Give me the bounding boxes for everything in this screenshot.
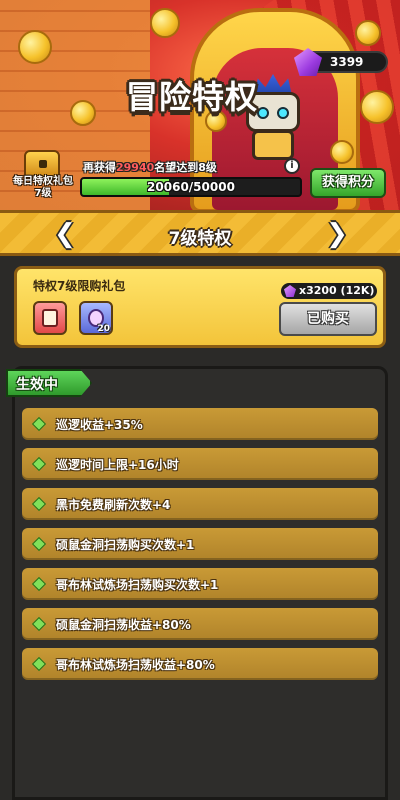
effect-row: 硕鼠金洞扫荡购买次数+1	[22, 528, 378, 560]
effect-text: 哥布林试炼场扫荡购买次数+1	[56, 578, 219, 592]
effect-row: 硕鼠金洞扫荡收益+80%	[22, 608, 378, 640]
effect-text: 哥布林试炼场扫荡收益+80%	[56, 658, 215, 672]
effect-text: 巡逻收益+35%	[56, 418, 143, 432]
effect-row: 巡逻时间上限+16小时	[22, 448, 378, 480]
purchased-button[interactable]: 已购买	[279, 302, 377, 336]
pack-item-slot[interactable]: 20	[79, 301, 113, 335]
effect-text: 巡逻时间上限+16小时	[56, 458, 179, 472]
gold-coin-icon	[18, 30, 52, 64]
diamond-bullet-icon	[31, 616, 47, 632]
progress-caption-prefix: 再获得	[83, 161, 116, 174]
gem-count: 3399	[330, 55, 364, 69]
diamond-bullet-icon	[31, 656, 47, 672]
price-text: x3200 (12K)	[299, 284, 375, 297]
item-count: 20	[97, 324, 110, 334]
diamond-bullet-icon	[31, 496, 47, 512]
page-title: 冒险特权	[126, 78, 259, 116]
effect-row: 哥布林试炼场扫荡收益+80%	[22, 648, 378, 680]
effect-row: 黑市免费刷新次数+4	[22, 488, 378, 520]
progress-caption-suffix: 名望达到8级	[154, 161, 217, 174]
robot-eye	[277, 107, 289, 119]
gold-coin-icon	[150, 8, 180, 38]
active-effects-label: 生效中	[16, 377, 58, 393]
level-banner: ❮ 7级特权 ❯	[0, 210, 400, 256]
robot-body	[252, 130, 294, 160]
price-tag: x3200 (12K)	[281, 283, 377, 299]
daily-chest-label: 每日特权礼包7级	[13, 176, 73, 199]
effect-text: 黑市免费刷新次数+4	[56, 498, 171, 512]
diamond-bullet-icon	[31, 456, 47, 472]
effect-row: 巡逻收益+35%	[22, 408, 378, 440]
gift-item-icon	[42, 309, 58, 327]
gold-coin-icon	[70, 100, 96, 126]
gold-coin-icon	[360, 90, 394, 124]
diamond-bullet-icon	[31, 416, 47, 432]
reputation-progress-bar: 20060/50000	[80, 177, 302, 197]
progress-caption-amount: 29940	[116, 161, 155, 174]
gold-coin-icon	[330, 140, 354, 164]
diamond-bullet-icon	[31, 536, 47, 552]
robot-eye	[257, 107, 269, 119]
privilege-pack-card: 特权7级限购礼包 20 x3200 (12K) 已购买	[14, 266, 386, 348]
daily-chest-button[interactable]: 每日特权礼包7级	[10, 150, 73, 206]
gem-icon	[284, 285, 296, 297]
pack-title: 特权7级限购礼包	[33, 279, 126, 293]
hero-banner: 冒险特权 3399 每日特权礼包7级 再获得29940名望达到8级 i 2006…	[0, 0, 400, 210]
info-icon[interactable]: i	[284, 158, 300, 174]
progress-caption: 再获得29940名望达到8级	[83, 159, 217, 175]
effect-text: 硕鼠金洞扫荡收益+80%	[56, 618, 191, 632]
effect-row: 哥布林试炼场扫荡购买次数+1	[22, 568, 378, 600]
progress-text: 20060/50000	[147, 180, 235, 194]
pack-item-slot[interactable]	[33, 301, 67, 335]
diamond-bullet-icon	[31, 576, 47, 592]
effect-text: 硕鼠金洞扫荡购买次数+1	[56, 538, 195, 552]
treasure-chest-icon	[24, 150, 60, 178]
gold-coin-icon	[355, 20, 381, 46]
gem-counter[interactable]: 3399	[294, 48, 388, 76]
earn-points-button[interactable]: 获得积分	[310, 168, 386, 198]
next-level-arrow-icon[interactable]: ❯	[326, 221, 348, 248]
